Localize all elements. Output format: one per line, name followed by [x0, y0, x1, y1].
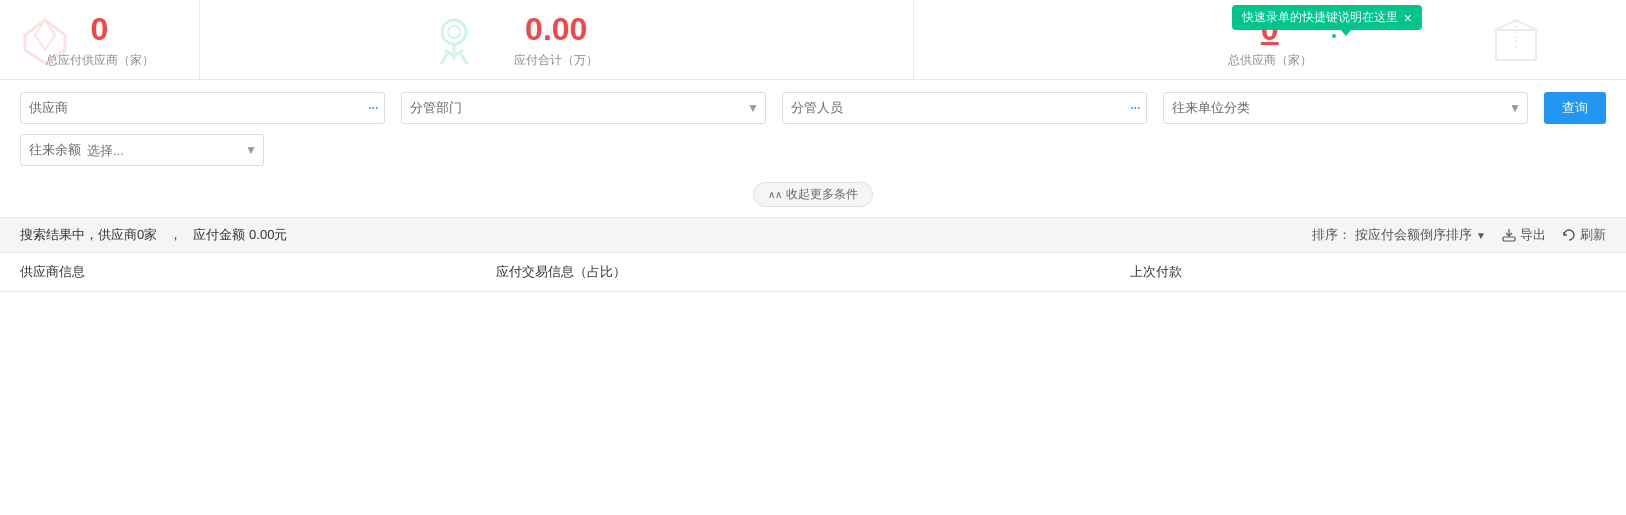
export-label: 导出 [1520, 226, 1546, 244]
collapse-button[interactable]: ∧∧ 收起更多条件 [753, 182, 873, 207]
svg-line-11 [1516, 20, 1536, 30]
results-summary: 搜索结果中，供应商0家 [20, 227, 157, 242]
balance-input[interactable] [87, 143, 255, 158]
total-payable-suppliers-number: 0 [91, 10, 109, 48]
supplier-filter[interactable]: 供应商 ··· [20, 92, 385, 124]
diamond-icon [20, 15, 70, 65]
refresh-label: 刷新 [1580, 226, 1606, 244]
results-actions: 排序： 按应付会额倒序排序 ▼ 导出 刷新 [1312, 226, 1606, 244]
filter-bar: 供应商 ··· 分管部门 ▼ 分管人员 ··· 往来单位分类 ▼ 查询 往来余额 [0, 80, 1626, 218]
balance-arrow: ▼ [245, 143, 257, 157]
svg-marker-0 [25, 20, 65, 63]
results-bar: 搜索结果中，供应商0家 ， 应付金额 0.00元 排序： 按应付会额倒序排序 ▼… [0, 218, 1626, 253]
department-label: 分管部门 [410, 99, 462, 117]
total-suppliers-label: 总供应商（家） [1228, 52, 1312, 69]
stat-total-suppliers-area: 快速录单的快捷键说明在这里 × 0 总供应商（家） [914, 0, 1627, 79]
table-header: 供应商信息 应付交易信息（占比） 上次付款 [0, 253, 1626, 292]
sort-arrow-icon: ▼ [1476, 230, 1486, 241]
sort-selector[interactable]: 排序： 按应付会额倒序排序 ▼ [1312, 226, 1486, 244]
unit-category-filter[interactable]: 往来单位分类 ▼ [1163, 92, 1528, 124]
collapse-up-icon: ∧∧ [768, 189, 782, 200]
sort-option: 按应付会额倒序排序 [1355, 226, 1472, 244]
table-col-last-payment: 上次付款 [1130, 263, 1606, 281]
department-input[interactable] [468, 101, 757, 116]
table-col-supplier-info: 供应商信息 [20, 263, 496, 281]
manager-label: 分管人员 [791, 99, 843, 117]
collapse-label: 收起更多条件 [786, 186, 858, 203]
department-arrow: ▼ [747, 101, 759, 115]
stat-total-payable-suppliers: 0 总应付供应商（家） [0, 0, 200, 79]
results-info: 搜索结果中，供应商0家 ， 应付金额 0.00元 [20, 226, 287, 244]
tooltip-text: 快速录单的快捷键说明在这里 [1242, 9, 1398, 26]
tooltip-bubble: 快速录单的快捷键说明在这里 × [1232, 5, 1422, 30]
manager-more-dots[interactable]: ··· [1130, 99, 1140, 117]
filter-row-1: 供应商 ··· 分管部门 ▼ 分管人员 ··· 往来单位分类 ▼ 查询 [20, 92, 1606, 124]
svg-point-3 [448, 26, 460, 38]
export-icon [1502, 228, 1516, 242]
svg-line-8 [461, 54, 467, 64]
cookie-icon [427, 12, 482, 67]
supplier-more-dots[interactable]: ··· [368, 99, 378, 117]
svg-line-7 [441, 54, 447, 64]
balance-filter[interactable]: 往来余额 ▼ [20, 134, 264, 166]
svg-line-10 [1496, 20, 1516, 30]
table-col-payable-info: 应付交易信息（占比） [496, 263, 1130, 281]
balance-label: 往来余额 [29, 141, 81, 159]
svg-point-2 [442, 20, 466, 44]
refresh-icon [1562, 228, 1576, 242]
manager-input[interactable] [849, 101, 1138, 116]
sort-label: 排序： [1312, 226, 1351, 244]
manager-filter[interactable]: 分管人员 ··· [782, 92, 1147, 124]
box-icon [1486, 15, 1546, 65]
supplier-input[interactable] [74, 101, 376, 116]
collapse-row: ∧∧ 收起更多条件 [20, 176, 1606, 217]
department-filter[interactable]: 分管部门 ▼ [401, 92, 766, 124]
payable-total-label: 应付合计（万） [514, 52, 598, 69]
tooltip-dot [1330, 32, 1338, 40]
results-separator: ， [169, 227, 182, 242]
stat-payable-total: 0.00 应付合计（万） [200, 0, 914, 79]
payable-total-number: 0.00 [525, 10, 587, 48]
unit-category-input[interactable] [1256, 101, 1519, 116]
unit-category-label: 往来单位分类 [1172, 99, 1250, 117]
table-body [0, 292, 1626, 492]
unit-category-arrow: ▼ [1509, 101, 1521, 115]
filter-row-2: 往来余额 ▼ [20, 134, 1606, 166]
tooltip-close-button[interactable]: × [1404, 11, 1412, 25]
query-button[interactable]: 查询 [1544, 92, 1606, 124]
results-amount: 应付金额 0.00元 [193, 227, 287, 242]
svg-rect-14 [1503, 237, 1515, 241]
refresh-button[interactable]: 刷新 [1562, 226, 1606, 244]
supplier-label: 供应商 [29, 99, 68, 117]
export-button[interactable]: 导出 [1502, 226, 1546, 244]
stats-bar: 0 总应付供应商（家） 0.00 应付合计（万） 快速录单的快捷键说明在这里 × [0, 0, 1626, 80]
